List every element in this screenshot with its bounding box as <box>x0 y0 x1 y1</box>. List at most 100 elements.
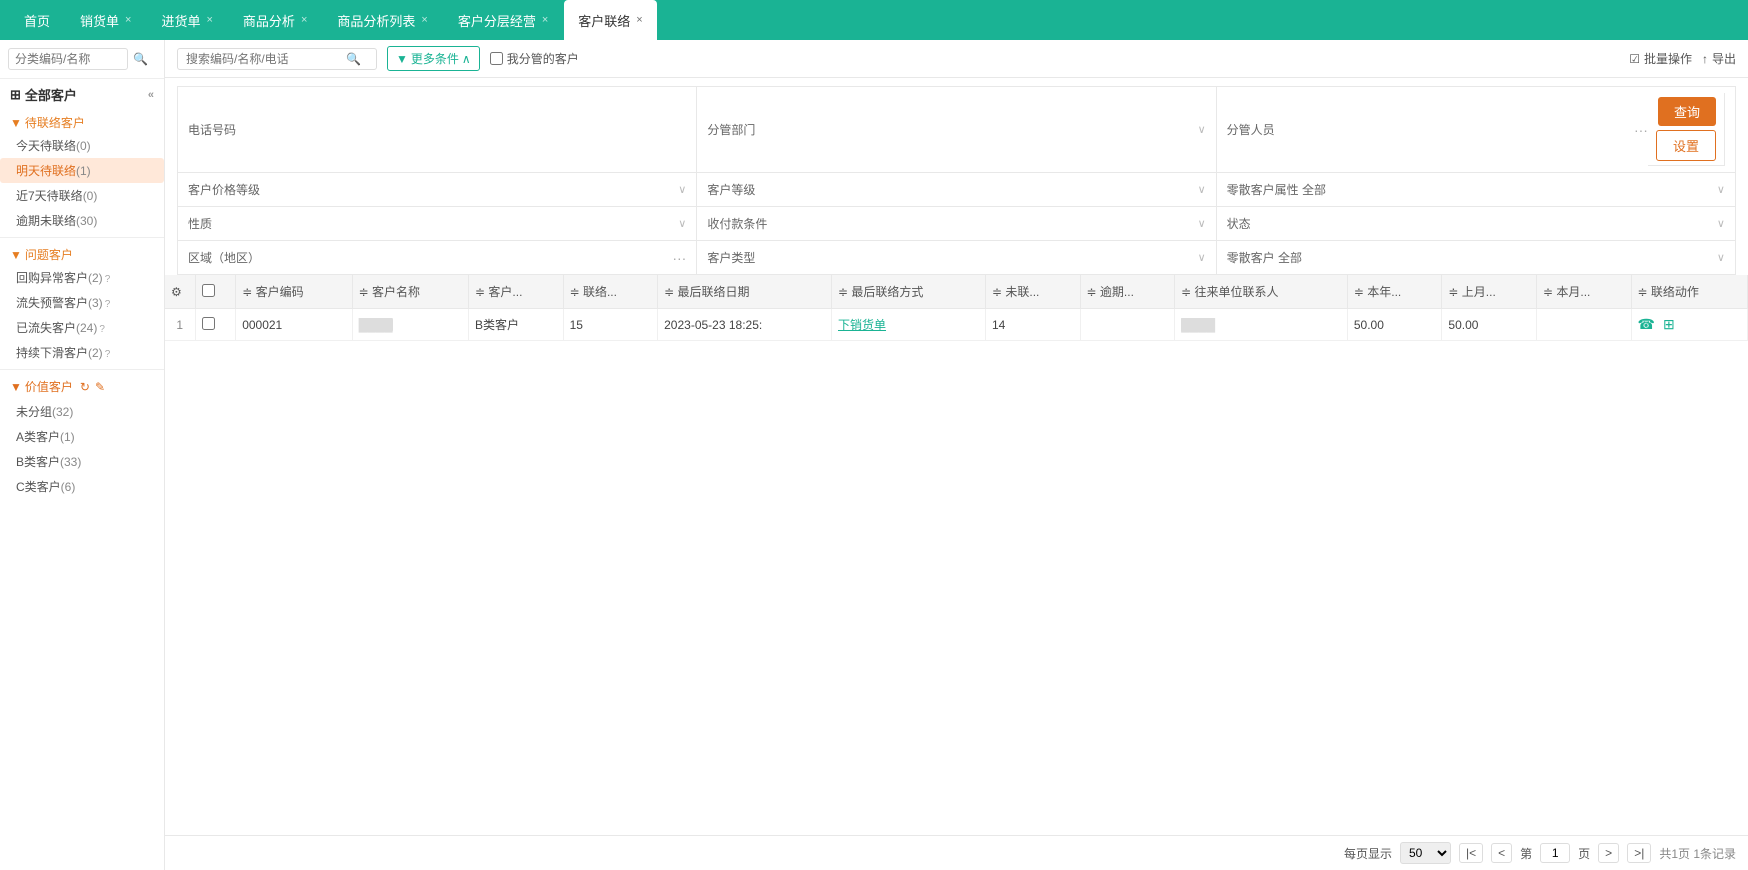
nav-item-商品分析列表[interactable]: 商品分析列表× <box>323 0 441 40</box>
nav-item-销货单[interactable]: 销货单× <box>66 0 145 40</box>
close-icon[interactable]: × <box>125 14 131 26</box>
filter-phone-input[interactable] <box>258 123 686 137</box>
table-header: ⚙≑ 客户编码≑ 客户名称≑ 客户...≑ 联络...≑ 最后联络日期≑ 最后联… <box>165 275 1748 309</box>
filter-customer-type-input[interactable] <box>777 251 1193 265</box>
close-icon[interactable]: × <box>206 14 212 26</box>
nav-item-客户分层经营[interactable]: 客户分层经营× <box>444 0 562 40</box>
td-checkbox[interactable] <box>195 309 236 341</box>
nature-dropdown-icon[interactable]: ∨ <box>678 217 686 230</box>
per-page-select[interactable]: 50 100 200 <box>1400 842 1451 864</box>
customer-level-dropdown-icon[interactable]: ∨ <box>1198 183 1206 196</box>
col-label: ≑ 客户名称 <box>359 285 420 299</box>
item-label: 今天待联络(0) <box>16 137 91 154</box>
gear-icon[interactable]: ⚙ <box>171 285 182 299</box>
my-customer-checkbox-container: 我分管的客户 <box>490 50 579 67</box>
th-no_contact_days: ≑ 未联... <box>986 275 1081 309</box>
status-dropdown-icon[interactable]: ∨ <box>1717 217 1725 230</box>
filter-price-level-input[interactable] <box>260 183 674 197</box>
filter-status-input[interactable] <box>1297 217 1713 231</box>
retail-customer-dropdown-icon[interactable]: ∨ <box>1717 251 1725 264</box>
nav-item-首页[interactable]: 首页 <box>10 0 64 40</box>
filter-region-input[interactable] <box>260 251 668 265</box>
nav-item-进货单[interactable]: 进货单× <box>147 0 226 40</box>
filter-customer-level-input[interactable] <box>777 183 1193 197</box>
filter-nature-input[interactable] <box>258 217 674 231</box>
sidebar-item-value-0[interactable]: 未分组(32) <box>0 399 164 424</box>
sidebar-item-value-1[interactable]: A类客户(1) <box>0 424 164 449</box>
more-conditions-btn[interactable]: ▼ 更多条件 ∧ <box>387 46 480 71</box>
sidebar-search-input[interactable] <box>8 48 128 70</box>
close-icon[interactable]: × <box>421 14 427 26</box>
td-num: 1 <box>165 309 195 341</box>
grid-icon: ⊞ <box>10 87 21 103</box>
customer-type-dropdown-icon[interactable]: ∨ <box>1198 251 1206 264</box>
th-gear[interactable]: ⚙ <box>165 275 195 309</box>
payment-dropdown-icon[interactable]: ∨ <box>1198 217 1206 230</box>
export-btn[interactable]: ↑ 导出 <box>1702 50 1736 67</box>
page-input[interactable] <box>1540 843 1570 863</box>
row-checkbox[interactable] <box>202 317 215 330</box>
refresh-icon[interactable]: ↻ <box>80 380 90 394</box>
item-label: 逾期未联络(30) <box>16 212 97 229</box>
th-this_year: ≑ 本年... <box>1347 275 1442 309</box>
item-label: B类客户(33) <box>16 453 81 470</box>
filter-region: 区域（地区） ··· <box>178 241 697 275</box>
phone-icon[interactable]: ☎ <box>1638 316 1655 333</box>
search-icon[interactable]: 🔍 <box>346 52 361 66</box>
sidebar-item-problem-0[interactable]: 回购异常客户(2)? <box>0 265 164 290</box>
header-checkbox[interactable] <box>202 284 215 297</box>
filter-retail-attr-input[interactable] <box>1326 183 1713 197</box>
sidebar-item-problem-3[interactable]: 持续下滑客户(2)? <box>0 340 164 365</box>
dept-dropdown-icon[interactable]: ∨ <box>1198 123 1206 136</box>
sidebar-search-icon[interactable]: 🔍 <box>133 52 148 66</box>
sidebar-item-problem-1[interactable]: 流失预警客户(3)? <box>0 290 164 315</box>
settings-btn[interactable]: 设置 <box>1656 130 1716 161</box>
collapse-icon[interactable]: « <box>148 89 154 101</box>
next-page-btn[interactable]: > <box>1598 843 1619 863</box>
last-page-btn[interactable]: >| <box>1627 843 1651 863</box>
close-icon[interactable]: × <box>636 14 642 26</box>
nav-item-客户联络[interactable]: 客户联络× <box>564 0 656 40</box>
nav-item-商品分析[interactable]: 商品分析× <box>229 0 321 40</box>
sidebar-item-value-2[interactable]: B类客户(33) <box>0 449 164 474</box>
question-icon: ? <box>105 274 111 285</box>
filter-dept-input[interactable] <box>777 123 1193 137</box>
filter-icon: ▼ <box>396 52 408 66</box>
batch-ops-btn[interactable]: ☑ 批量操作 <box>1629 50 1692 67</box>
grid-action-icon[interactable]: ⊞ <box>1663 316 1675 333</box>
export-icon: ↑ <box>1702 52 1708 66</box>
filter-payment-input[interactable] <box>777 217 1193 231</box>
filter-status-label: 状态 <box>1227 215 1297 232</box>
sidebar-item-value-3[interactable]: C类客户(6) <box>0 474 164 499</box>
price-level-dropdown-icon[interactable]: ∨ <box>678 183 686 196</box>
close-icon[interactable]: × <box>542 14 548 26</box>
col-label: ≑ 本月... <box>1543 285 1590 299</box>
main-search-input[interactable] <box>186 52 346 66</box>
sidebar-item-pending-0[interactable]: 今天待联络(0) <box>0 133 164 158</box>
prev-page-btn[interactable]: < <box>1491 843 1512 863</box>
query-btn[interactable]: 查询 <box>1658 97 1716 126</box>
filter-manager-input[interactable] <box>1297 123 1630 137</box>
first-page-btn[interactable]: |< <box>1459 843 1483 863</box>
sidebar-item-pending-2[interactable]: 近7天待联络(0) <box>0 183 164 208</box>
region-dots-icon[interactable]: ··· <box>672 250 686 266</box>
contact-type-link[interactable]: 下销货单 <box>838 318 886 332</box>
sidebar-item-pending-3[interactable]: 逾期未联络(30) <box>0 208 164 233</box>
sidebar-all-customers[interactable]: ⊞ 全部客户 « <box>0 79 164 110</box>
sidebar-item-pending-1[interactable]: 明天待联络(1) <box>0 158 164 183</box>
retail-attr-dropdown-icon[interactable]: ∨ <box>1717 183 1725 196</box>
filter-manager: 分管人员 ··· 查询 设置 <box>1217 87 1736 173</box>
item-badge: (0) <box>83 189 98 203</box>
close-icon[interactable]: × <box>301 14 307 26</box>
manager-dots-icon[interactable]: ··· <box>1634 122 1648 138</box>
more-conditions-label: 更多条件 <box>411 50 459 67</box>
content-area: 🔍 ▼ 更多条件 ∧ 我分管的客户 ☑ 批量操作 ↑ 导出 <box>165 40 1748 870</box>
my-customer-checkbox[interactable] <box>490 52 503 65</box>
th-checkbox[interactable] <box>195 275 236 309</box>
edit-icon[interactable]: ✎ <box>95 380 105 394</box>
sidebar-item-problem-2[interactable]: 已流失客户(24)? <box>0 315 164 340</box>
customer-table: ⚙≑ 客户编码≑ 客户名称≑ 客户...≑ 联络...≑ 最后联络日期≑ 最后联… <box>165 275 1748 341</box>
td-last_contact_type[interactable]: 下销货单 <box>832 309 986 341</box>
filter-retail-customer-input[interactable] <box>1302 251 1713 265</box>
filter-manager-label: 分管人员 <box>1227 121 1297 138</box>
